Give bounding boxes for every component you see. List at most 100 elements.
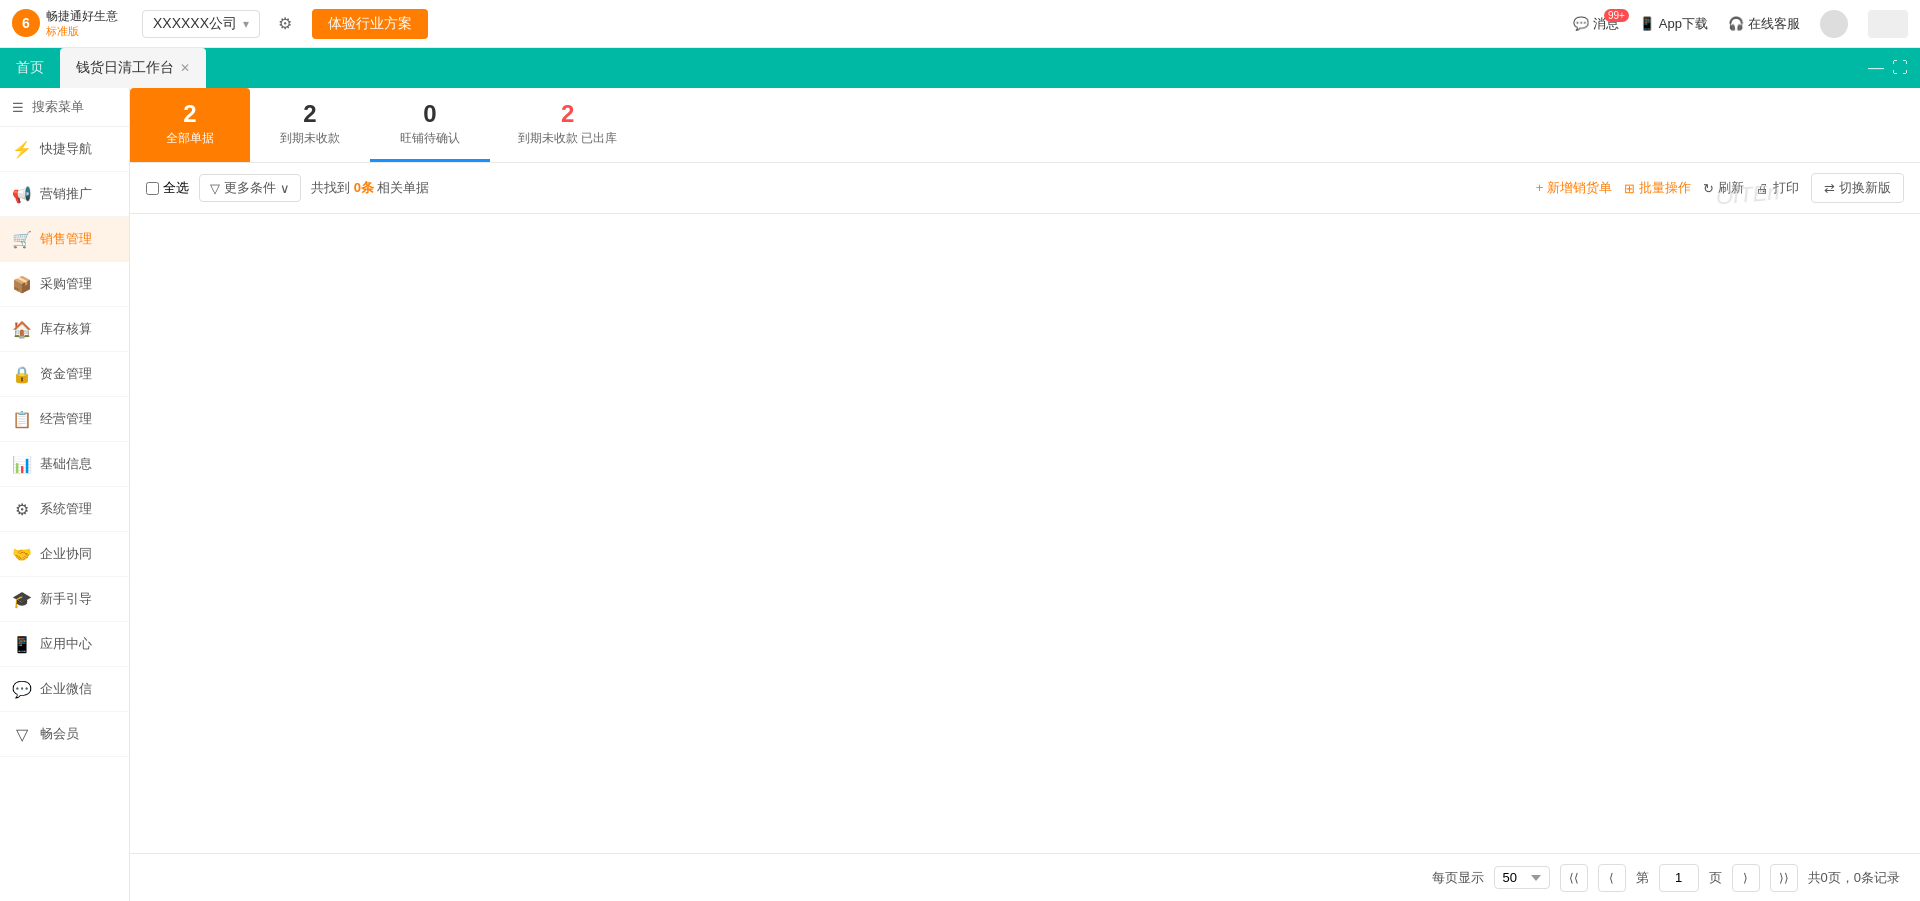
sidebar-item-quick-nav[interactable]: ⚡ 快捷导航 — [0, 127, 129, 172]
member-icon: ▽ — [12, 724, 32, 744]
stats-label-wangpu: 旺铺待确认 — [400, 130, 460, 147]
stats-count-wangpu: 0 — [423, 100, 436, 128]
add-sale-order-btn[interactable]: + 新增销货单 — [1536, 179, 1612, 197]
marketing-icon: 📢 — [12, 184, 32, 204]
logo-area: 6 畅捷通好生意 标准版 — [12, 9, 142, 39]
service-icon: 🎧 — [1728, 16, 1744, 31]
stats-tab-wangpu[interactable]: 0 旺铺待确认 — [370, 88, 490, 162]
stats-label-shipped: 到期未收款 已出库 — [518, 130, 617, 147]
found-count: 0条 — [354, 180, 374, 195]
toolbar-left: 全选 ▽ 更多条件 ∨ 共找到 0条 相关单据 — [146, 174, 1524, 202]
pagination-bar: 每页显示 50 100 200 ⟨⟨ ⟨ 第 页 ⟩ ⟩⟩ 共0页，0条记录 — [130, 853, 1920, 901]
window-minimize-btn[interactable]: — — [1868, 59, 1884, 77]
logo-title: 畅捷通好生意 — [46, 9, 118, 25]
purchase-icon: 📦 — [12, 274, 32, 294]
page-label: 第 — [1636, 869, 1649, 887]
found-text: 共找到 0条 相关单据 — [311, 179, 429, 197]
filter-icon: ▽ — [210, 181, 220, 196]
user-menu[interactable] — [1868, 10, 1908, 38]
sidebar-search[interactable]: ☰ 搜索菜单 — [0, 88, 129, 127]
sidebar-item-purchase-mgmt[interactable]: 📦 采购管理 — [0, 262, 129, 307]
stats-count-shipped: 2 — [561, 100, 574, 128]
quick-nav-icon: ⚡ — [12, 139, 32, 159]
page-input[interactable] — [1659, 864, 1699, 892]
sidebar-item-base-info[interactable]: 📊 基础信息 — [0, 442, 129, 487]
stats-tab-all[interactable]: 2 全部单据 — [130, 88, 250, 162]
experience-btn[interactable]: 体验行业方案 — [312, 9, 428, 39]
sidebar-item-system-mgmt[interactable]: ⚙ 系统管理 — [0, 487, 129, 532]
logo-icon: 6 — [12, 9, 40, 37]
content-area: 2 全部单据 2 到期未收款 0 旺铺待确认 2 到期未收款 已出库 全选 — [130, 88, 1920, 901]
batch-op-btn[interactable]: ⊞ 批量操作 — [1624, 179, 1691, 197]
base-info-icon: 📊 — [12, 454, 32, 474]
print-icon: 🖨 — [1756, 181, 1769, 196]
stats-label-overdue: 到期未收款 — [280, 130, 340, 147]
sidebar-item-guide[interactable]: 🎓 新手引导 — [0, 577, 129, 622]
stats-tab-shipped[interactable]: 2 到期未收款 已出库 — [490, 88, 645, 162]
settings-button[interactable]: ⚙ — [270, 9, 300, 39]
switch-version-btn[interactable]: ⇄ 切换新版 — [1811, 173, 1904, 203]
total-info: 共0页，0条记录 — [1808, 869, 1900, 887]
message-icon: 💬 — [1573, 16, 1589, 31]
online-service-label: 在线客服 — [1748, 15, 1800, 33]
online-service-btn[interactable]: 🎧 在线客服 — [1728, 15, 1800, 33]
operations-icon: 📋 — [12, 409, 32, 429]
company-dropdown-arrow: ▾ — [243, 17, 249, 31]
stats-tab-overdue[interactable]: 2 到期未收款 — [250, 88, 370, 162]
page-next-btn[interactable]: ⟩ — [1732, 864, 1760, 892]
stats-count-all: 2 — [183, 100, 196, 128]
sidebar-item-finance[interactable]: 🔒 资金管理 — [0, 352, 129, 397]
sidebar-item-inventory[interactable]: 🏠 库存核算 — [0, 307, 129, 352]
search-icon: ☰ — [12, 100, 24, 115]
select-all-input[interactable] — [146, 182, 159, 195]
top-header: 6 畅捷通好生意 标准版 XXXXXX公司 ▾ ⚙ 体验行业方案 💬 消息 99… — [0, 0, 1920, 48]
filter-btn[interactable]: ▽ 更多条件 ∨ — [199, 174, 301, 202]
company-selector[interactable]: XXXXXX公司 ▾ — [142, 10, 260, 38]
app-center-icon: 📱 — [12, 634, 32, 654]
filter-dropdown-icon: ∨ — [280, 181, 290, 196]
refresh-icon: ↻ — [1703, 181, 1714, 196]
finance-icon: 🔒 — [12, 364, 32, 384]
message-btn[interactable]: 💬 消息 99+ — [1573, 15, 1619, 33]
refresh-btn[interactable]: ↻ 刷新 — [1703, 179, 1744, 197]
sidebar-item-app-center[interactable]: 📱 应用中心 — [0, 622, 129, 667]
main-layout: ☰ 搜索菜单 ⚡ 快捷导航 📢 营销推广 🛒 销售管理 📦 采购管理 🏠 库存核… — [0, 88, 1920, 901]
page-suffix: 页 — [1709, 869, 1722, 887]
tab-home[interactable]: 首页 — [0, 48, 60, 88]
page-last-btn[interactable]: ⟩⟩ — [1770, 864, 1798, 892]
app-download-icon: 📱 — [1639, 16, 1655, 31]
batch-icon: ⊞ — [1624, 181, 1635, 196]
toolbar: 全选 ▽ 更多条件 ∨ 共找到 0条 相关单据 + 新增销货单 ⊞ 批量操作 — [130, 163, 1920, 214]
sidebar-item-sales-mgmt[interactable]: 🛒 销售管理 — [0, 217, 129, 262]
page-prev-btn[interactable]: ⟨ — [1598, 864, 1626, 892]
toolbar-right: + 新增销货单 ⊞ 批量操作 ↻ 刷新 🖨 打印 ⇄ 切换新版 — [1536, 173, 1904, 203]
wechat-icon: 💬 — [12, 679, 32, 699]
sales-icon: 🛒 — [12, 229, 32, 249]
per-page-select[interactable]: 50 100 200 — [1494, 866, 1550, 889]
stats-label-all: 全部单据 — [166, 130, 214, 147]
inventory-icon: 🏠 — [12, 319, 32, 339]
app-download-label: App下载 — [1659, 15, 1708, 33]
sidebar-item-marketing[interactable]: 📢 营销推广 — [0, 172, 129, 217]
system-icon: ⚙ — [12, 499, 32, 519]
tab-close-icon[interactable]: ✕ — [180, 61, 190, 75]
avatar[interactable] — [1820, 10, 1848, 38]
sidebar-item-operations[interactable]: 📋 经营管理 — [0, 397, 129, 442]
sidebar-item-corp-collab[interactable]: 🤝 企业协同 — [0, 532, 129, 577]
select-all-checkbox[interactable]: 全选 — [146, 179, 189, 197]
header-right: 💬 消息 99+ 📱 App下载 🎧 在线客服 — [1573, 10, 1908, 38]
window-expand-btn[interactable]: ⛶ — [1892, 59, 1908, 77]
per-page-label: 每页显示 — [1432, 869, 1484, 887]
message-badge: 99+ — [1604, 9, 1629, 22]
print-btn[interactable]: 🖨 打印 — [1756, 179, 1799, 197]
sidebar-item-member[interactable]: ▽ 畅会员 — [0, 712, 129, 757]
collab-icon: 🤝 — [12, 544, 32, 564]
app-download-btn[interactable]: 📱 App下载 — [1639, 15, 1708, 33]
sidebar-item-corp-wechat[interactable]: 💬 企业微信 — [0, 667, 129, 712]
tab-daily-work[interactable]: 钱货日清工作台 ✕ — [60, 48, 206, 88]
stats-count-overdue: 2 — [303, 100, 316, 128]
switch-icon: ⇄ — [1824, 181, 1835, 196]
table-area — [130, 214, 1920, 853]
window-controls: — ⛶ — [1868, 59, 1920, 77]
page-first-btn[interactable]: ⟨⟨ — [1560, 864, 1588, 892]
